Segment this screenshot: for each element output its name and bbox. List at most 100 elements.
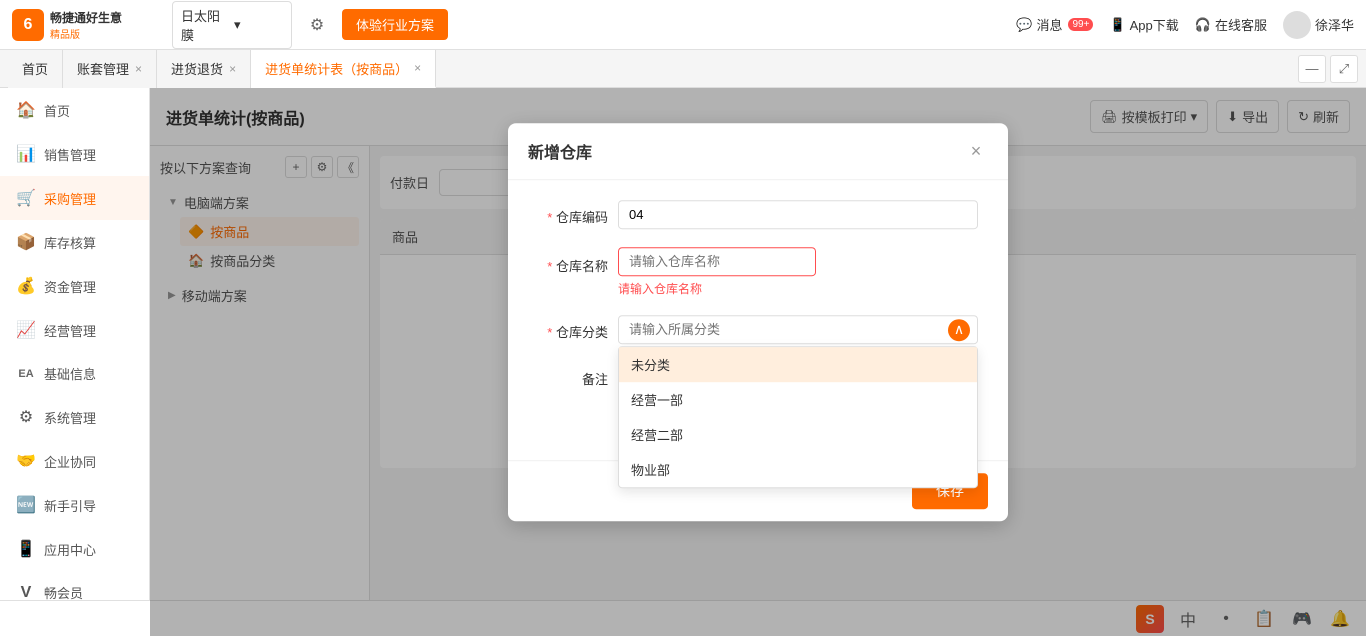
basic-info-icon: EA bbox=[16, 368, 36, 380]
app-download-label: App下载 bbox=[1130, 15, 1179, 34]
online-service-icon: 🎧 bbox=[1195, 17, 1211, 33]
sidebar-item-sales-label: 销售管理 bbox=[44, 145, 96, 164]
logo-badge: 精品版 bbox=[50, 26, 122, 41]
sidebar-item-operations-label: 经营管理 bbox=[44, 321, 96, 340]
sidebar-item-apps-label: 应用中心 bbox=[44, 540, 96, 559]
form-row-code: * 仓库编码 bbox=[538, 200, 978, 229]
store-dropdown-arrow: ▾ bbox=[234, 17, 283, 33]
system-icon: ⚙ bbox=[16, 407, 36, 427]
tab-returns[interactable]: 进货退货 × bbox=[157, 50, 251, 88]
form-row-name: * 仓库名称 请输入仓库名称 bbox=[538, 247, 978, 297]
dropdown-toggle-button[interactable]: ∧ bbox=[948, 319, 970, 341]
enterprise-icon: 🤝 bbox=[16, 451, 36, 471]
warehouse-code-label-text: 仓库编码 bbox=[556, 210, 608, 225]
store-name: 日太阳膜 bbox=[181, 6, 230, 44]
messages-badge: 99+ bbox=[1068, 18, 1093, 31]
warehouse-code-label: * 仓库编码 bbox=[538, 200, 618, 226]
sidebar-item-operations[interactable]: 📈 经营管理 bbox=[0, 308, 149, 352]
modal-title: 新增仓库 bbox=[528, 139, 592, 163]
tab-stats-close[interactable]: × bbox=[414, 61, 421, 75]
online-service-label: 在线客服 bbox=[1215, 15, 1267, 34]
modal-close-button[interactable]: × bbox=[964, 139, 988, 163]
operations-icon: 📈 bbox=[16, 320, 36, 340]
trial-button[interactable]: 体验行业方案 bbox=[342, 9, 448, 40]
sidebar-item-purchase-label: 采购管理 bbox=[44, 189, 96, 208]
warehouse-name-label-text: 仓库名称 bbox=[556, 259, 608, 274]
header-gear-icon[interactable]: ⚙ bbox=[302, 10, 332, 40]
logo-text-area: 畅捷通好生意 精品版 bbox=[50, 9, 122, 41]
notes-label: 备注 bbox=[538, 362, 618, 388]
dropdown-option-0[interactable]: 未分类 bbox=[619, 347, 977, 382]
modal-header: 新增仓库 × bbox=[508, 123, 1008, 180]
sidebar-item-home-label: 首页 bbox=[44, 101, 70, 120]
sales-icon: 📊 bbox=[16, 144, 36, 164]
sidebar-item-guide[interactable]: 🆕 新手引导 bbox=[0, 483, 149, 527]
sidebar-item-purchase[interactable]: 🛒 采购管理 bbox=[0, 176, 149, 220]
messages-label: 消息 bbox=[1036, 15, 1062, 34]
apps-icon: 📱 bbox=[16, 539, 36, 559]
modal-body: * 仓库编码 * 仓库名称 bbox=[508, 180, 1008, 460]
finance-icon: 💰 bbox=[16, 276, 36, 296]
required-star: * bbox=[547, 210, 552, 225]
warehouse-name-wrapper bbox=[618, 247, 978, 276]
warehouse-category-label: * 仓库分类 bbox=[538, 315, 618, 341]
dropdown-option-3[interactable]: 物业部 bbox=[619, 452, 977, 487]
dropdown-option-2[interactable]: 经营二部 bbox=[619, 417, 977, 452]
online-service-button[interactable]: 🎧 在线客服 bbox=[1195, 15, 1267, 34]
tab-account[interactable]: 账套管理 × bbox=[63, 50, 157, 88]
warehouse-category-wrapper: ∧ 未分类 经营一部 经营二部 物业部 bbox=[618, 315, 978, 344]
username: 徐泽华 bbox=[1315, 15, 1354, 34]
sidebar-item-inventory[interactable]: 📦 库存核算 bbox=[0, 220, 149, 264]
home-icon: 🏠 bbox=[16, 100, 36, 120]
sidebar-item-basic-info-label: 基础信息 bbox=[44, 364, 96, 383]
member-icon: V bbox=[16, 584, 36, 602]
sidebar-item-home[interactable]: 🏠 首页 bbox=[0, 88, 149, 132]
tab-bar: 首页 账套管理 × 进货退货 × 进货单统计表（按商品） × — ⤢ bbox=[0, 50, 1366, 88]
sidebar-item-apps[interactable]: 📱 应用中心 bbox=[0, 527, 149, 571]
header-right: 💬 消息 99+ 📱 App下载 🎧 在线客服 徐泽华 bbox=[1016, 11, 1354, 39]
notes-label-text: 备注 bbox=[582, 372, 608, 387]
warehouse-category-input[interactable] bbox=[618, 315, 978, 344]
logo-area: 6 畅捷通好生意 精品版 bbox=[12, 9, 162, 41]
sidebar: 🏠 首页 📊 销售管理 🛒 采购管理 📦 库存核算 💰 资金管理 📈 经营管理 … bbox=[0, 88, 150, 636]
tab-returns-close[interactable]: × bbox=[229, 62, 236, 76]
required-star-name: * bbox=[547, 259, 552, 274]
user-avatar bbox=[1283, 11, 1311, 39]
app-download-button[interactable]: 📱 App下载 bbox=[1109, 15, 1178, 34]
sidebar-item-sales[interactable]: 📊 销售管理 bbox=[0, 132, 149, 176]
sidebar-item-enterprise[interactable]: 🤝 企业协同 bbox=[0, 439, 149, 483]
tab-returns-label: 进货退货 bbox=[171, 59, 223, 78]
sidebar-item-system-label: 系统管理 bbox=[44, 408, 96, 427]
tab-account-label: 账套管理 bbox=[77, 59, 129, 78]
top-header: 6 畅捷通好生意 精品版 日太阳膜 ▾ ⚙ 体验行业方案 💬 消息 99+ 📱 … bbox=[0, 0, 1366, 50]
inventory-icon: 📦 bbox=[16, 232, 36, 252]
sidebar-item-finance[interactable]: 💰 资金管理 bbox=[0, 264, 149, 308]
app-logo-icon: 6 bbox=[12, 9, 44, 41]
tab-stats-label: 进货单统计表（按商品） bbox=[265, 59, 408, 78]
sidebar-item-system[interactable]: ⚙ 系统管理 bbox=[0, 395, 149, 439]
dropdown-option-1[interactable]: 经营一部 bbox=[619, 382, 977, 417]
warehouse-name-input[interactable] bbox=[618, 247, 816, 276]
warehouse-code-input[interactable] bbox=[618, 200, 978, 229]
messages-button[interactable]: 💬 消息 99+ bbox=[1016, 15, 1093, 34]
sidebar-item-basic-info[interactable]: EA 基础信息 bbox=[0, 352, 149, 395]
tab-home[interactable]: 首页 bbox=[8, 50, 63, 88]
warehouse-category-label-text: 仓库分类 bbox=[556, 325, 608, 340]
sidebar-item-finance-label: 资金管理 bbox=[44, 277, 96, 296]
form-row-category: * 仓库分类 ∧ 未分类 经营一部 经营二部 物业部 bbox=[538, 315, 978, 344]
purchase-icon: 🛒 bbox=[16, 188, 36, 208]
warehouse-name-error: 请输入仓库名称 bbox=[618, 280, 702, 297]
tab-home-label: 首页 bbox=[22, 59, 48, 78]
new-warehouse-modal: 新增仓库 × * 仓库编码 * 仓库名称 bbox=[508, 123, 1008, 521]
app-download-icon: 📱 bbox=[1109, 17, 1125, 33]
tab-minimize-button[interactable]: — bbox=[1298, 55, 1326, 83]
warehouse-name-label: * 仓库名称 bbox=[538, 249, 618, 275]
content-area: 进货单统计(按商品) 🖨 按模板打印 ▾ ⬇ 导出 ↻ 刷新 bbox=[150, 88, 1366, 636]
messages-icon: 💬 bbox=[1016, 17, 1032, 33]
sidebar-item-inventory-label: 库存核算 bbox=[44, 233, 96, 252]
tab-maximize-button[interactable]: ⤢ bbox=[1330, 55, 1358, 83]
tab-stats[interactable]: 进货单统计表（按商品） × bbox=[251, 50, 436, 88]
user-profile[interactable]: 徐泽华 bbox=[1283, 11, 1354, 39]
store-selector[interactable]: 日太阳膜 ▾ bbox=[172, 1, 292, 49]
tab-account-close[interactable]: × bbox=[135, 62, 142, 76]
